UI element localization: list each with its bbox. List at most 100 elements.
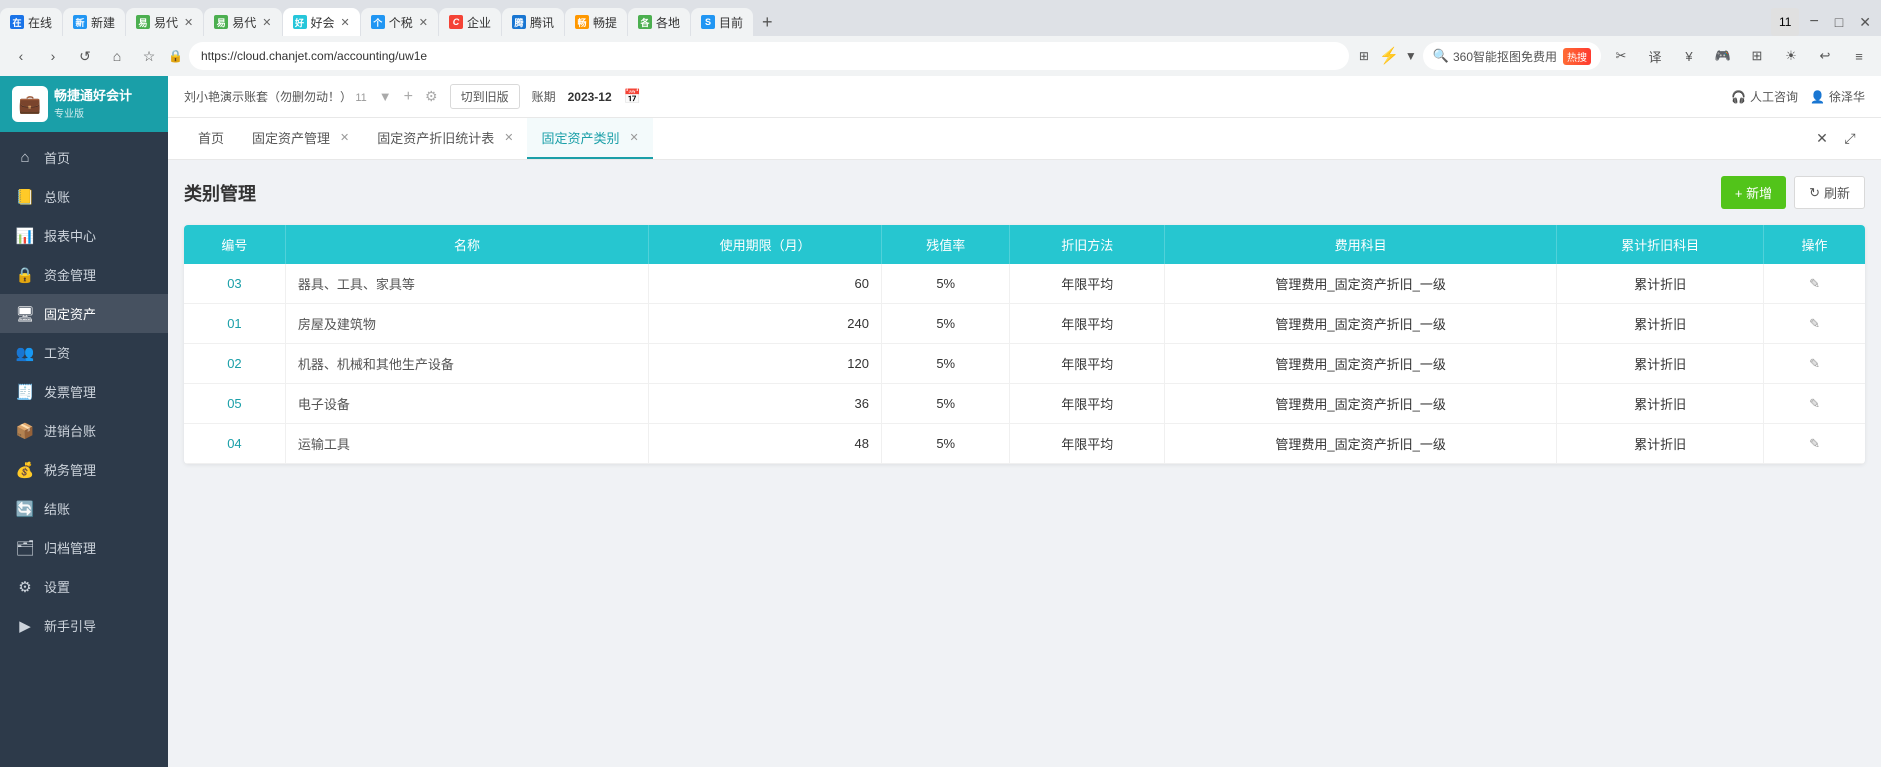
row2-code[interactable]: 02 xyxy=(184,344,285,384)
period-value: 2023-12 xyxy=(568,90,612,104)
sidebar-item-archive[interactable]: 🗂 归档管理 xyxy=(0,528,168,567)
sidebar-item-inventory[interactable]: 📦 进销台账 xyxy=(0,411,168,450)
back-button[interactable]: ‹ xyxy=(8,43,34,69)
switch-version-btn[interactable]: 切到旧版 xyxy=(450,84,520,109)
scissors-btn[interactable]: ✂ xyxy=(1607,42,1635,70)
undo-btn[interactable]: ↩ xyxy=(1811,42,1839,70)
browser-tab-qiye[interactable]: C 企业 xyxy=(439,8,501,36)
content-maximize-btn[interactable]: ⤢ xyxy=(1839,128,1861,150)
tab-count-badge[interactable]: 11 xyxy=(1771,8,1799,36)
tab-fixed-asset-mgmt[interactable]: 固定资产管理 ✕ xyxy=(238,118,363,159)
row3-edit-icon[interactable]: ✎ xyxy=(1809,396,1820,411)
browser-tab-gedi[interactable]: 各 各地 xyxy=(628,8,690,36)
content-close-btn[interactable]: ✕ xyxy=(1811,128,1833,150)
row3-residual: 5% xyxy=(881,384,1009,424)
browser-tab-changtui[interactable]: 畅 畅提 xyxy=(565,8,627,36)
row1-name: 房屋及建筑物 xyxy=(285,304,648,344)
home-nav-icon: ⌂ xyxy=(16,149,34,167)
forward-button[interactable]: › xyxy=(40,43,66,69)
page-title-row: 类别管理 + 新增 ↻ 刷新 xyxy=(184,176,1865,209)
sidebar-item-guide[interactable]: ▶ 新手引导 xyxy=(0,606,168,645)
home-button[interactable]: ⌂ xyxy=(104,43,130,69)
row2-edit-icon[interactable]: ✎ xyxy=(1809,356,1820,371)
menu-btn[interactable]: ≡ xyxy=(1845,42,1873,70)
brightness-btn[interactable]: ☀ xyxy=(1777,42,1805,70)
minimize-button[interactable]: − xyxy=(1799,8,1828,36)
sidebar-item-ledger[interactable]: 📒 总账 xyxy=(0,177,168,216)
row0-action[interactable]: ✎ xyxy=(1764,264,1865,304)
sidebar-item-settlement[interactable]: 🔄 结账 xyxy=(0,489,168,528)
row3-action[interactable]: ✎ xyxy=(1764,384,1865,424)
tab-fixed-asset-dep[interactable]: 固定资产折旧统计表 ✕ xyxy=(363,118,527,159)
browser-tab-haokuai[interactable]: 好 好会 ✕ xyxy=(283,8,360,36)
tab-fixed-asset-cat[interactable]: 固定资产类别 ✕ xyxy=(527,118,652,159)
grid-btn[interactable]: ⊞ xyxy=(1743,42,1771,70)
browser-tab-yidai1[interactable]: 易 易代 ✕ xyxy=(126,8,203,36)
table-body: 03 器具、工具、家具等 60 5% 年限平均 管理费用_固定资产折旧_一级 累… xyxy=(184,264,1865,464)
new-tab-button[interactable]: + xyxy=(754,8,781,36)
row0-code[interactable]: 03 xyxy=(184,264,285,304)
tab-close-geshui[interactable]: ✕ xyxy=(419,16,428,29)
browser-tab-online[interactable]: 在 在线 xyxy=(0,8,62,36)
reload-button[interactable]: ↺ xyxy=(72,43,98,69)
tab-fixed-asset-dep-close[interactable]: ✕ xyxy=(504,131,513,144)
row2-action[interactable]: ✎ xyxy=(1764,344,1865,384)
translate-btn[interactable]: 译 xyxy=(1641,42,1669,70)
search-bar[interactable]: 🔍 360智能抠图免费用 热搜 xyxy=(1423,42,1601,70)
sidebar-item-reports[interactable]: 📊 报表中心 xyxy=(0,216,168,255)
tab-home[interactable]: 首页 xyxy=(184,118,238,159)
browser-tab-yidai2[interactable]: 易 易代 ✕ xyxy=(204,8,281,36)
user-avatar-btn[interactable]: 👤 徐泽华 xyxy=(1810,88,1865,105)
share-icon: ⊞ xyxy=(1355,49,1373,63)
tab-favicon-muqian: S xyxy=(701,15,715,29)
row4-action[interactable]: ✎ xyxy=(1764,424,1865,464)
sidebar-item-fixed-asset[interactable]: 🖥 固定资产 xyxy=(0,294,168,333)
browser-tab-tencent[interactable]: 腾 腾讯 xyxy=(502,8,564,36)
period-label: 账期 xyxy=(532,88,556,105)
row4-code[interactable]: 04 xyxy=(184,424,285,464)
game-btn[interactable]: 🎮 xyxy=(1709,42,1737,70)
close-window-button[interactable]: ✕ xyxy=(1849,8,1881,36)
browser-tab-new[interactable]: 新 新建 xyxy=(63,8,125,36)
dropdown-btn[interactable]: ▼ xyxy=(379,89,392,104)
tab-fixed-asset-mgmt-close[interactable]: ✕ xyxy=(340,131,349,144)
maximize-button[interactable]: □ xyxy=(1829,8,1849,36)
tab-close-yidai2[interactable]: ✕ xyxy=(262,16,271,29)
user-count-badge: 11 xyxy=(355,92,366,104)
sidebar-item-invoice[interactable]: 🧾 发票管理 xyxy=(0,372,168,411)
col-expense: 费用科目 xyxy=(1165,225,1557,264)
address-input[interactable] xyxy=(189,42,1349,70)
tab-favicon-yidai2: 易 xyxy=(214,15,228,29)
refresh-btn[interactable]: ↻ 刷新 xyxy=(1794,176,1865,209)
tab-fixed-asset-cat-close[interactable]: ✕ xyxy=(630,131,639,144)
row4-edit-icon[interactable]: ✎ xyxy=(1809,436,1820,451)
row3-code[interactable]: 05 xyxy=(184,384,285,424)
bookmark-button[interactable]: ☆ xyxy=(136,43,162,69)
tab-close-yidai1[interactable]: ✕ xyxy=(184,16,193,29)
tab-close-haokuai[interactable]: ✕ xyxy=(341,16,350,29)
currency-btn[interactable]: ¥ xyxy=(1675,42,1703,70)
logo-text-block: 畅捷通好会计 专业版 xyxy=(54,88,132,120)
dropdown-arrow[interactable]: ▼ xyxy=(1405,49,1417,63)
service-btn[interactable]: 🎧 人工咨询 xyxy=(1731,88,1798,105)
sidebar-item-settings[interactable]: ⚙ 设置 xyxy=(0,567,168,606)
settings-nav-label: 设置 xyxy=(44,577,70,596)
table-header-row: 编号 名称 使用期限（月） 残值率 折旧方法 费用科目 累计折旧科目 操作 xyxy=(184,225,1865,264)
sidebar-item-home[interactable]: ⌂ 首页 xyxy=(0,138,168,177)
sidebar-item-fund[interactable]: 🔒 资金管理 xyxy=(0,255,168,294)
settings-btn[interactable]: ⚙ xyxy=(425,88,438,105)
app-container: 💼 畅捷通好会计 专业版 ⌂ 首页 📒 总账 📊 报表中心 🔒 资金管理 xyxy=(0,76,1881,767)
row0-edit-icon[interactable]: ✎ xyxy=(1809,276,1820,291)
row0-method: 年限平均 xyxy=(1010,264,1165,304)
add-btn[interactable]: + 新增 xyxy=(1721,176,1786,209)
row1-code[interactable]: 01 xyxy=(184,304,285,344)
tab-favicon-new: 新 xyxy=(73,15,87,29)
browser-tab-muqian[interactable]: S 目前 xyxy=(691,8,753,36)
sidebar-item-payroll[interactable]: 👥 工资 xyxy=(0,333,168,372)
calendar-icon[interactable]: 📅 xyxy=(624,88,641,105)
row1-edit-icon[interactable]: ✎ xyxy=(1809,316,1820,331)
browser-tab-geshui[interactable]: 个 个税 ✕ xyxy=(361,8,438,36)
plus-btn[interactable]: + xyxy=(404,88,413,106)
sidebar-item-tax[interactable]: 💰 税务管理 xyxy=(0,450,168,489)
row1-action[interactable]: ✎ xyxy=(1764,304,1865,344)
